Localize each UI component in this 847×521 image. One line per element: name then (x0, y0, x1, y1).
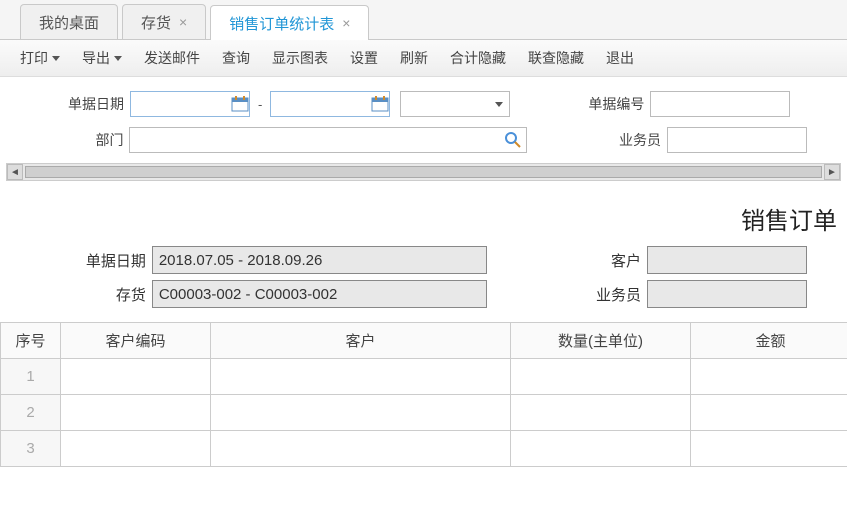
summary-date-value: 2018.07.05 - 2018.09.26 (152, 246, 487, 274)
filter-salesman-label: 业务员 (597, 130, 667, 150)
close-icon[interactable]: × (179, 14, 187, 30)
cell-amount (691, 431, 847, 467)
col-customer[interactable]: 客户 (211, 323, 511, 359)
hide-total-button[interactable]: 合计隐藏 (450, 48, 506, 68)
col-cust-code[interactable]: 客户编码 (61, 323, 211, 359)
summary-panel: 单据日期 2018.07.05 - 2018.09.26 客户 存货 C0000… (0, 246, 847, 318)
send-mail-button[interactable]: 发送邮件 (144, 48, 200, 68)
row-seq: 2 (1, 395, 61, 431)
cell-cust-code (61, 359, 211, 395)
settings-button[interactable]: 设置 (350, 48, 378, 68)
dept-input[interactable] (129, 127, 527, 153)
summary-date-label: 单据日期 (40, 250, 152, 271)
refresh-button[interactable]: 刷新 (400, 48, 428, 68)
date-to-input[interactable] (270, 91, 390, 117)
summary-customer-label: 客户 (587, 250, 647, 271)
close-icon[interactable]: × (342, 15, 350, 31)
scroll-right-icon[interactable]: ► (824, 164, 840, 180)
cell-qty (511, 359, 691, 395)
lookup-icon[interactable] (504, 131, 522, 149)
grid-header-row: 序号 客户编码 客户 数量(主单位) 金额 (1, 323, 847, 359)
date-combo[interactable] (400, 91, 510, 117)
tab-label: 我的桌面 (39, 12, 99, 33)
cell-customer (211, 359, 511, 395)
col-seq[interactable]: 序号 (1, 323, 61, 359)
col-amount[interactable]: 金额 (691, 323, 847, 359)
toolbar: 打印 导出 发送邮件 查询 显示图表 设置 刷新 合计隐藏 联查隐藏 退出 (0, 40, 847, 77)
cell-cust-code (61, 395, 211, 431)
print-button[interactable]: 打印 (20, 48, 60, 68)
cell-qty (511, 431, 691, 467)
date-separator: - (250, 97, 270, 112)
tab-label: 存货 (141, 12, 171, 33)
tab-desktop[interactable]: 我的桌面 (20, 4, 118, 39)
tab-label: 销售订单统计表 (229, 13, 334, 34)
table-row[interactable]: 1 (1, 359, 847, 395)
row-seq: 1 (1, 359, 61, 395)
salesman-input[interactable] (667, 127, 807, 153)
report-title: 销售订单 (0, 181, 847, 246)
table-row[interactable]: 2 (1, 395, 847, 431)
horizontal-scrollbar[interactable]: ◄ ► (6, 163, 841, 181)
summary-stock-value: C00003-002 - C00003-002 (152, 280, 487, 308)
export-button[interactable]: 导出 (82, 48, 122, 68)
query-button[interactable]: 查询 (222, 48, 250, 68)
chevron-down-icon (114, 56, 122, 61)
scroll-thumb[interactable] (25, 166, 822, 178)
calendar-icon[interactable] (231, 95, 249, 113)
summary-salesman-value (647, 280, 807, 308)
scroll-left-icon[interactable]: ◄ (7, 164, 23, 180)
cell-amount (691, 395, 847, 431)
col-qty[interactable]: 数量(主单位) (511, 323, 691, 359)
cell-customer (211, 395, 511, 431)
filter-docno-label: 单据编号 (570, 94, 650, 114)
filter-date-label: 单据日期 (40, 94, 130, 114)
chevron-down-icon (495, 102, 503, 107)
cell-cust-code (61, 431, 211, 467)
table-row[interactable]: 3 (1, 431, 847, 467)
filter-panel: 单据日期 - 单据编号 部门 (0, 77, 847, 161)
docno-input[interactable] (650, 91, 790, 117)
data-grid: 序号 客户编码 客户 数量(主单位) 金额 1 2 3 (0, 322, 847, 467)
tab-stock[interactable]: 存货 × (122, 4, 206, 39)
chevron-down-icon (52, 56, 60, 61)
filter-dept-label: 部门 (40, 130, 129, 150)
cell-qty (511, 395, 691, 431)
row-seq: 3 (1, 431, 61, 467)
show-chart-button[interactable]: 显示图表 (272, 48, 328, 68)
cell-customer (211, 431, 511, 467)
date-from-input[interactable] (130, 91, 250, 117)
summary-customer-value (647, 246, 807, 274)
summary-salesman-label: 业务员 (587, 284, 647, 305)
cell-amount (691, 359, 847, 395)
exit-button[interactable]: 退出 (606, 48, 634, 68)
tab-bar: 我的桌面 存货 × 销售订单统计表 × (0, 0, 847, 40)
calendar-icon[interactable] (371, 95, 389, 113)
tab-sales-order-report[interactable]: 销售订单统计表 × (210, 5, 369, 40)
summary-stock-label: 存货 (40, 284, 152, 305)
hide-link-button[interactable]: 联查隐藏 (528, 48, 584, 68)
